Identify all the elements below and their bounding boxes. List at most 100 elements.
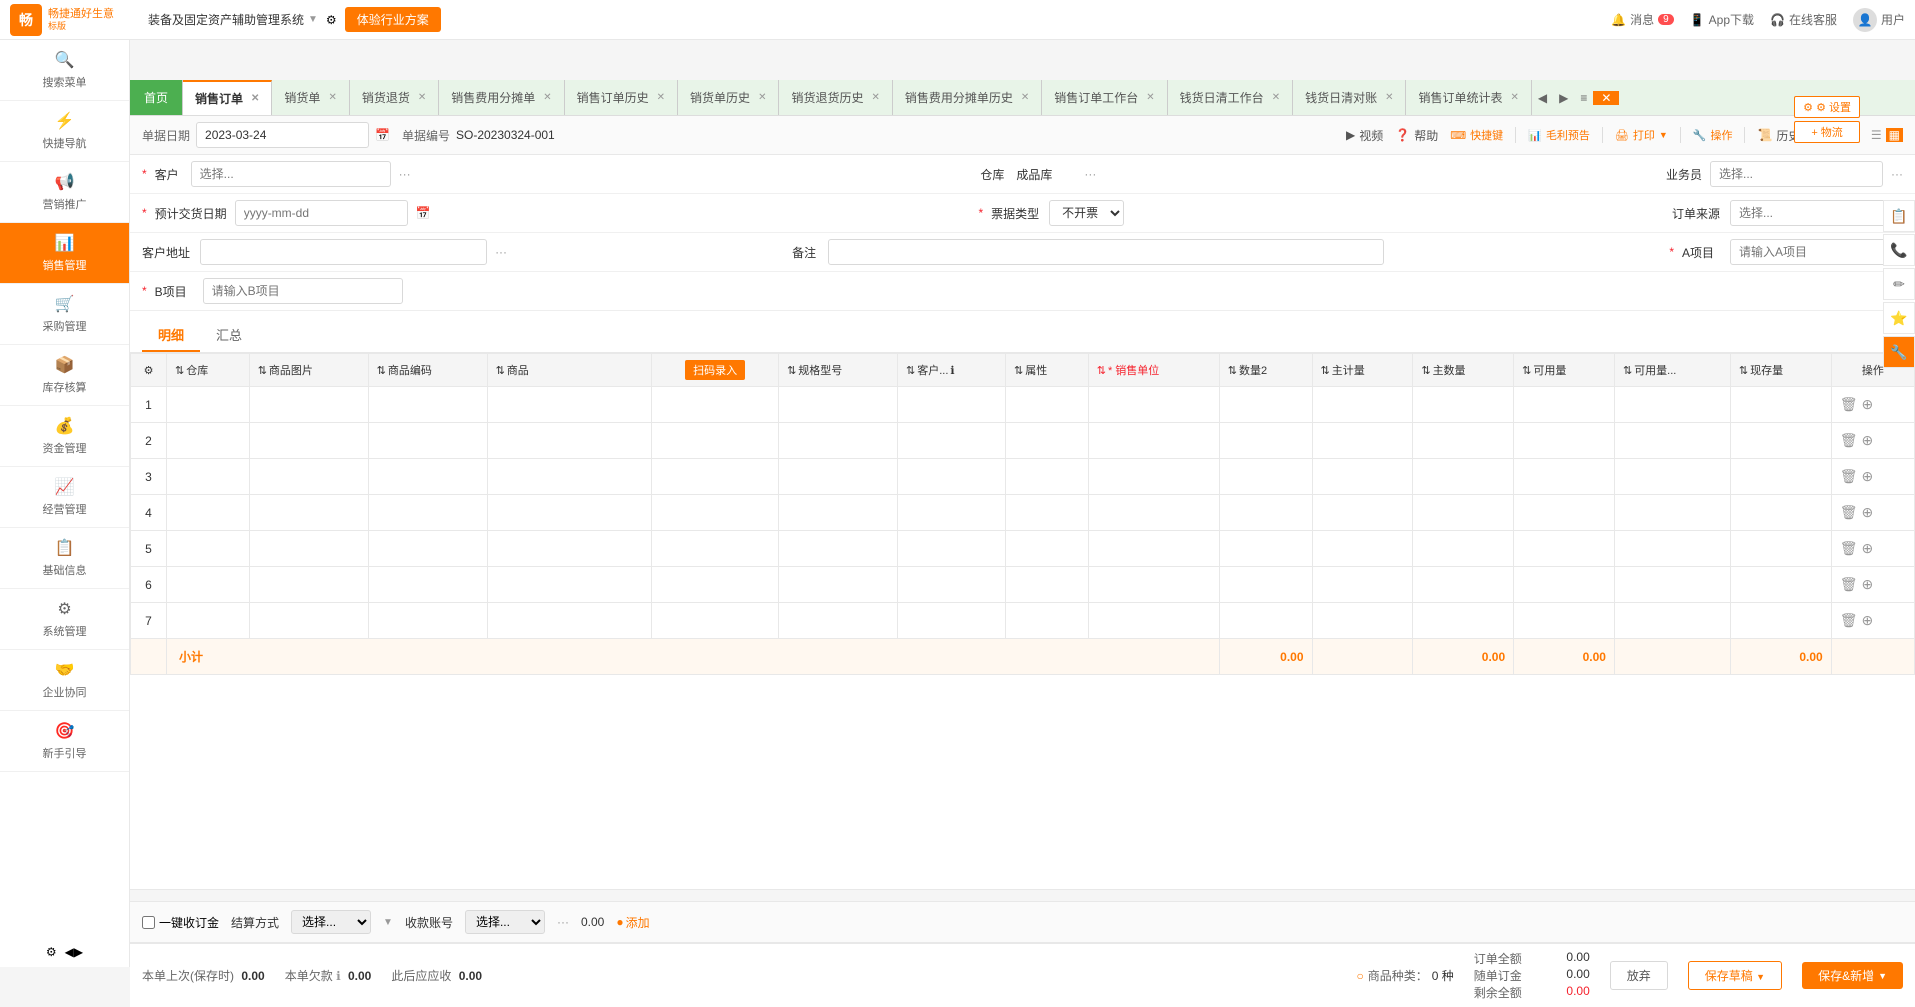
right-btn-3[interactable]: ✏ xyxy=(1883,268,1915,300)
settings-icon[interactable]: ⚙ xyxy=(326,13,337,27)
add-logistics-btn[interactable]: + 物流 xyxy=(1794,121,1860,143)
row-1-qty2[interactable] xyxy=(1219,387,1312,423)
sidebar-settings-icon[interactable]: ⚙ xyxy=(46,945,57,959)
sidebar-item-purchase[interactable]: 🛒 采购管理 xyxy=(0,284,129,345)
account-select[interactable]: 选择... xyxy=(465,910,545,934)
th-spec[interactable]: ⇅规格型号 xyxy=(779,354,898,387)
payment-method-select[interactable]: 选择... xyxy=(291,910,371,934)
view-btn[interactable]: ▶ 视频 xyxy=(1346,127,1383,144)
tab-return-history[interactable]: 销货退货历史 ✕ xyxy=(779,80,892,116)
row-2-qty2[interactable] xyxy=(1219,423,1312,459)
save-new-button[interactable]: 保存&新增 ▼ xyxy=(1802,962,1903,989)
invoice-select[interactable]: 不开票 xyxy=(1049,200,1124,226)
one-click-checkbox[interactable] xyxy=(142,916,155,929)
delete-icon-2[interactable]: 🗑 xyxy=(1840,432,1858,449)
notice-btn[interactable]: 🔔 消息 9 xyxy=(1611,11,1674,28)
sidebar-item-finance[interactable]: 💰 资金管理 xyxy=(0,406,129,467)
right-btn-4[interactable]: ⭐ xyxy=(1883,302,1915,334)
sidebar-item-system[interactable]: ⚙ 系统管理 xyxy=(0,589,129,650)
tab-summary[interactable]: 汇总 xyxy=(200,319,258,352)
print-dropdown-icon[interactable]: ▼ xyxy=(1659,130,1668,140)
calendar-icon[interactable]: 📅 xyxy=(375,128,390,142)
copy-icon-5[interactable]: ⊕ xyxy=(1861,540,1873,557)
sidebar-item-guide[interactable]: 🎯 新手引导 xyxy=(0,711,129,772)
operate-btn[interactable]: 🔧 操作 xyxy=(1693,127,1733,143)
delete-icon-6[interactable]: 🗑 xyxy=(1840,576,1858,593)
shortcut-btn[interactable]: ⌨ 快捷键 xyxy=(1450,127,1503,143)
customer-dots[interactable]: ··· xyxy=(399,167,411,181)
sidebar-item-enterprise[interactable]: 🤝 企业协同 xyxy=(0,650,129,711)
print-btn[interactable]: 🖨 打印 ▼ xyxy=(1615,127,1668,143)
dropdown-icon[interactable]: ▼ xyxy=(308,14,318,25)
tab-detail[interactable]: 明细 xyxy=(142,319,200,352)
grid-view-icon[interactable]: ▦ xyxy=(1886,128,1903,142)
tab-close-invoice[interactable]: ✕ xyxy=(328,92,336,103)
right-btn-1[interactable]: 📋 xyxy=(1883,200,1915,232)
warehouse-dots[interactable]: ··· xyxy=(1084,167,1096,181)
tab-stats[interactable]: 销售订单统计表 ✕ xyxy=(1406,80,1531,116)
row-2-unit[interactable] xyxy=(1088,423,1219,459)
th-unit[interactable]: ⇅* 销售单位 xyxy=(1088,354,1219,387)
th-warehouse[interactable]: ⇅仓库 xyxy=(167,354,250,387)
system-title-dropdown[interactable]: 装备及固定资产辅助管理系统 ▼ xyxy=(140,11,318,28)
sidebar-item-sales[interactable]: 📊 销售管理 xyxy=(0,223,129,284)
delivery-input[interactable] xyxy=(235,200,408,226)
right-btn-2[interactable]: 📞 xyxy=(1883,234,1915,266)
copy-icon-3[interactable]: ⊕ xyxy=(1861,468,1873,485)
sidebar-item-marketing[interactable]: 📢 营销推广 xyxy=(0,162,129,223)
tab-close-reconciliation[interactable]: ✕ xyxy=(1385,92,1393,103)
sidebar-item-inventory[interactable]: 📦 库存核算 xyxy=(0,345,129,406)
tab-reconciliation[interactable]: 钱货日清对账 ✕ xyxy=(1293,80,1406,116)
address-input[interactable] xyxy=(200,239,487,265)
product-count-icon[interactable]: ○ xyxy=(1356,969,1363,983)
tab-close-return-history[interactable]: ✕ xyxy=(871,92,879,103)
settings-btn[interactable]: ⚙ ⚙ 设置 xyxy=(1794,116,1860,118)
online-service-btn[interactable]: 🎧 在线客服 xyxy=(1770,11,1837,28)
tab-close-order-history[interactable]: ✕ xyxy=(657,92,665,103)
staff-dots[interactable]: ··· xyxy=(1891,167,1903,181)
tab-close-daily-workbench[interactable]: ✕ xyxy=(1272,92,1280,103)
row-1-code[interactable] xyxy=(368,387,487,423)
th-customer-code[interactable]: ⇅客户...ℹ xyxy=(898,354,1006,387)
th-code[interactable]: ⇅商品编码 xyxy=(368,354,487,387)
row-2-product[interactable] xyxy=(487,423,652,459)
tab-close-expense-history[interactable]: ✕ xyxy=(1021,92,1029,103)
profit-btn[interactable]: 📊 毛利预告 xyxy=(1528,127,1590,143)
debt-info-icon[interactable]: ℹ xyxy=(336,969,341,983)
sidebar-item-quicknav[interactable]: ⚡ 快捷导航 xyxy=(0,101,129,162)
scan-button[interactable]: 扫码录入 xyxy=(685,360,745,380)
th-product[interactable]: ⇅商品 xyxy=(487,354,652,387)
tab-sales-order[interactable]: 销售订单 ✕ xyxy=(183,80,272,116)
project-b-input[interactable] xyxy=(203,278,403,304)
row-1-main-qty[interactable] xyxy=(1413,387,1514,423)
delete-icon-4[interactable]: 🗑 xyxy=(1840,504,1858,521)
tab-expense[interactable]: 销售费用分摊单 ✕ xyxy=(439,80,564,116)
tab-daily-workbench[interactable]: 钱货日清工作台 ✕ xyxy=(1168,80,1293,116)
delete-icon-7[interactable]: 🗑 xyxy=(1840,612,1858,629)
tab-prev[interactable]: ◀ xyxy=(1532,91,1553,105)
one-click-label[interactable]: 一键收订金 xyxy=(142,914,219,931)
copy-icon-6[interactable]: ⊕ xyxy=(1861,576,1873,593)
sidebar-item-search[interactable]: 🔍 搜索菜单 xyxy=(0,40,129,101)
user-btn[interactable]: 👤 用户 xyxy=(1853,8,1905,32)
account-dots[interactable]: ··· xyxy=(557,915,569,929)
sidebar-item-basic[interactable]: 📋 基础信息 xyxy=(0,528,129,589)
date-input[interactable] xyxy=(196,122,369,148)
tab-order-workbench[interactable]: 销售订单工作台 ✕ xyxy=(1042,80,1167,116)
tab-home[interactable]: 首页 xyxy=(130,80,183,116)
delete-icon-1[interactable]: 🗑 xyxy=(1840,396,1858,413)
copy-icon-1[interactable]: ⊕ xyxy=(1861,396,1873,413)
scheme-button[interactable]: 体验行业方案 xyxy=(345,7,441,32)
row-2-warehouse[interactable] xyxy=(167,423,250,459)
sidebar-item-management[interactable]: 📈 经营管理 xyxy=(0,467,129,528)
save-draft-button[interactable]: 保存草稿 ▼ xyxy=(1688,961,1782,990)
remark-input[interactable] xyxy=(828,239,1384,265)
row-1-warehouse[interactable] xyxy=(167,387,250,423)
payment-dropdown-icon[interactable]: ▼ xyxy=(383,917,393,928)
tab-next[interactable]: ▶ xyxy=(1553,91,1574,105)
copy-icon-4[interactable]: ⊕ xyxy=(1861,504,1873,521)
tab-close-sales-order[interactable]: ✕ xyxy=(251,93,259,104)
tab-invoice-history[interactable]: 销货单历史 ✕ xyxy=(678,80,779,116)
tab-close-expense[interactable]: ✕ xyxy=(543,92,551,103)
tab-close-order-workbench[interactable]: ✕ xyxy=(1146,92,1154,103)
